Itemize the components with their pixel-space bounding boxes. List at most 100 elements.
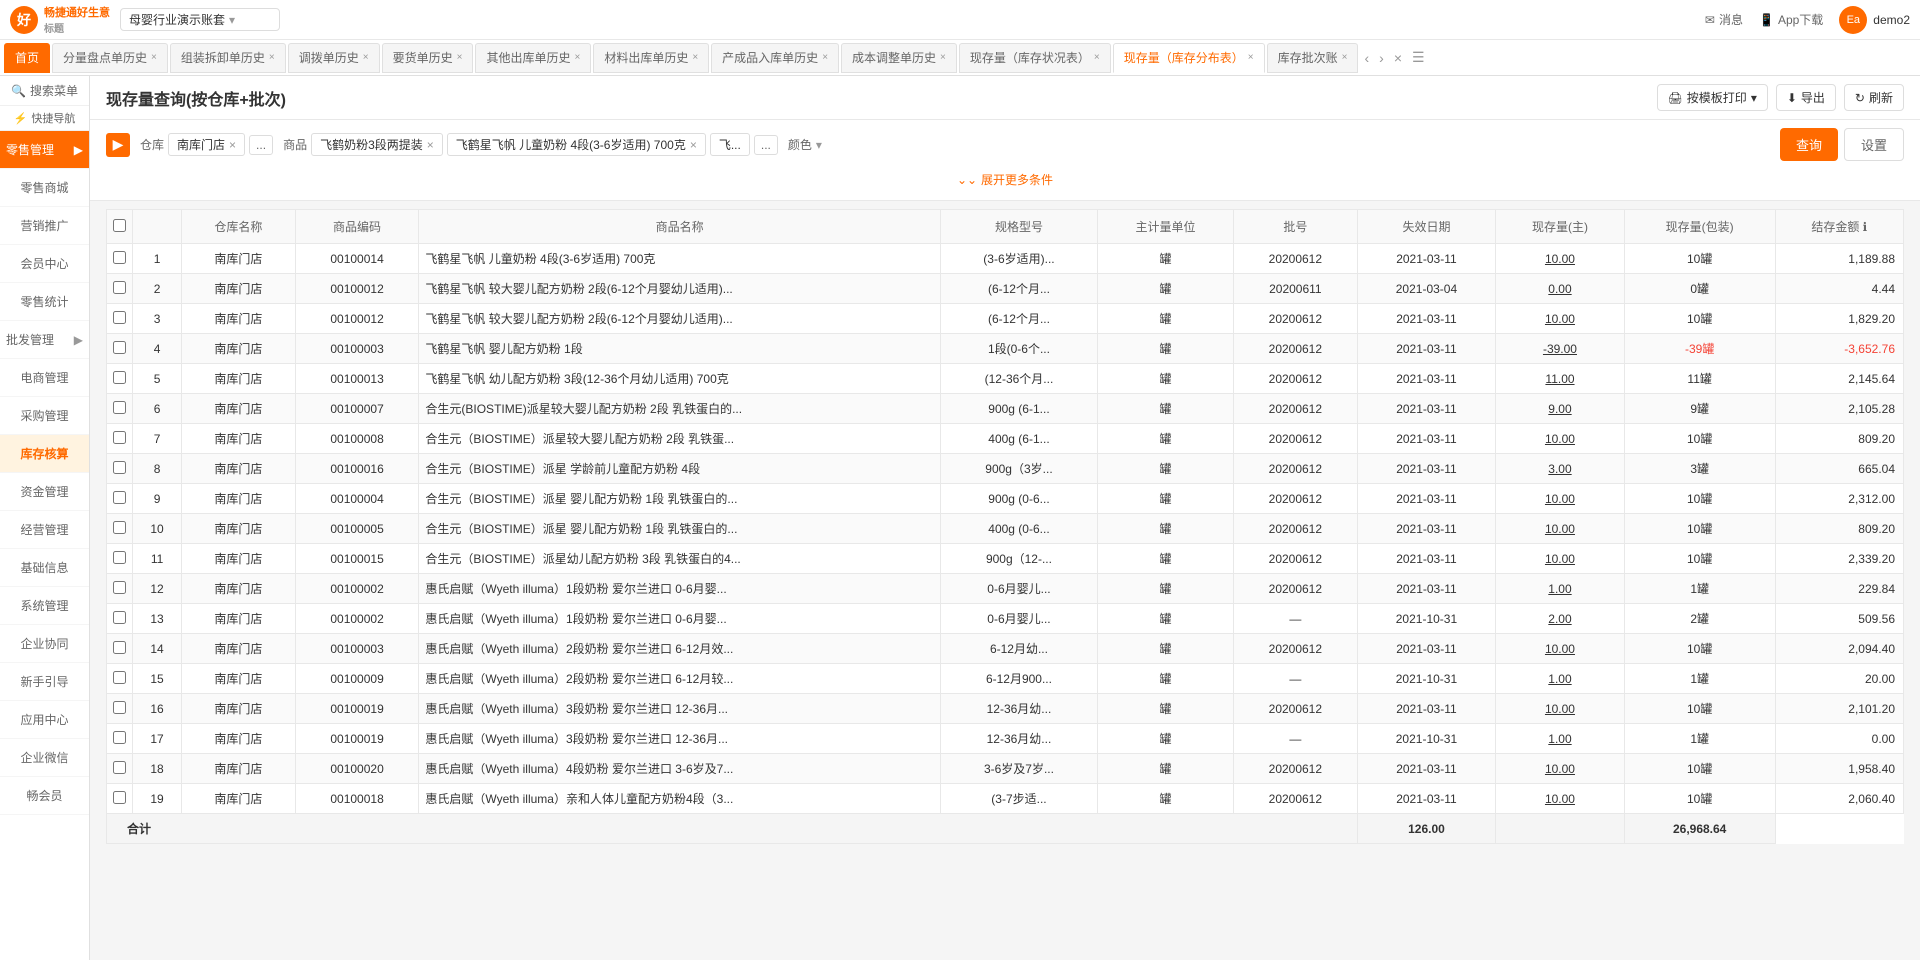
export-btn[interactable]: ⬇ 导出	[1776, 84, 1836, 111]
tab-pi-ci[interactable]: 库存批次账 ×	[1267, 43, 1359, 73]
sidebar-item-ops[interactable]: 经营管理	[0, 511, 89, 549]
row-checkbox[interactable]	[113, 401, 126, 414]
refresh-btn[interactable]: ↻ 刷新	[1844, 84, 1904, 111]
row-checkbox[interactable]	[113, 701, 126, 714]
row-checkbox-cell[interactable]	[107, 274, 133, 304]
tab-fen-pan[interactable]: 分量盘点单历史 ×	[52, 43, 168, 73]
row-checkbox-cell[interactable]	[107, 754, 133, 784]
row-checkbox[interactable]	[113, 731, 126, 744]
row-qty-main[interactable]: -39.00	[1496, 334, 1625, 364]
warehouse-tag-1-close[interactable]: ×	[229, 138, 236, 152]
row-checkbox[interactable]	[113, 491, 126, 504]
row-qty-main[interactable]: 9.00	[1496, 394, 1625, 424]
tab-pi-ci-close[interactable]: ×	[1342, 52, 1348, 63]
row-checkbox[interactable]	[113, 671, 126, 684]
row-checkbox[interactable]	[113, 611, 126, 624]
row-qty-main[interactable]: 10.00	[1496, 694, 1625, 724]
sidebar-quick-nav[interactable]: ⚡ 快捷导航	[0, 106, 89, 131]
tab-home[interactable]: 首页	[4, 43, 50, 73]
row-qty-main[interactable]: 10.00	[1496, 634, 1625, 664]
sidebar-item-finance[interactable]: 资金管理	[0, 473, 89, 511]
row-checkbox[interactable]	[113, 251, 126, 264]
row-checkbox[interactable]	[113, 581, 126, 594]
tab-cai-liao[interactable]: 材料出库单历史 ×	[593, 43, 709, 73]
row-qty-main[interactable]: 1.00	[1496, 574, 1625, 604]
row-qty-main[interactable]: 11.00	[1496, 364, 1625, 394]
template-print-btn[interactable]: 🖨 按模板打印 ▾	[1657, 84, 1768, 111]
tab-prev-btn[interactable]: ‹	[1360, 50, 1373, 66]
row-checkbox-cell[interactable]	[107, 334, 133, 364]
sidebar-item-wholesale[interactable]: 批发管理 ▶	[0, 321, 89, 359]
row-checkbox-cell[interactable]	[107, 514, 133, 544]
sidebar-item-retail[interactable]: 零售管理 ▶	[0, 131, 89, 169]
row-checkbox-cell[interactable]	[107, 784, 133, 814]
row-qty-main[interactable]: 3.00	[1496, 454, 1625, 484]
user-area[interactable]: Ea demo2	[1839, 6, 1910, 34]
warehouse-selector[interactable]: 母婴行业演示账套 ▾	[120, 8, 280, 31]
sidebar-item-retail-stat[interactable]: 零售统计	[0, 283, 89, 321]
row-qty-main[interactable]: 2.00	[1496, 604, 1625, 634]
sidebar-search[interactable]: 🔍 搜索菜单	[0, 76, 89, 106]
tab-close-all-btn[interactable]: ×	[1390, 50, 1406, 66]
tab-zu-chai-close[interactable]: ×	[269, 52, 275, 63]
row-qty-main[interactable]: 10.00	[1496, 544, 1625, 574]
row-checkbox[interactable]	[113, 761, 126, 774]
row-qty-main[interactable]: 10.00	[1496, 424, 1625, 454]
row-checkbox-cell[interactable]	[107, 634, 133, 664]
row-checkbox-cell[interactable]	[107, 364, 133, 394]
tab-ku-cun-zhuang-tai-close[interactable]: ×	[1094, 52, 1100, 63]
row-checkbox-cell[interactable]	[107, 424, 133, 454]
message-btn[interactable]: ✉ 消息	[1705, 11, 1743, 28]
sidebar-item-basic[interactable]: 基础信息	[0, 549, 89, 587]
row-checkbox[interactable]	[113, 641, 126, 654]
row-qty-main[interactable]: 1.00	[1496, 664, 1625, 694]
tab-yao-huo[interactable]: 要货单历史 ×	[382, 43, 474, 73]
sidebar-item-ecommerce[interactable]: 电商管理	[0, 359, 89, 397]
sidebar-item-inventory[interactable]: 库存核算	[0, 435, 89, 473]
row-checkbox[interactable]	[113, 431, 126, 444]
query-btn[interactable]: 查询	[1780, 128, 1838, 161]
tab-cheng-ben-close[interactable]: ×	[940, 52, 946, 63]
filter-toggle-btn[interactable]: ▶	[106, 133, 130, 157]
row-checkbox[interactable]	[113, 551, 126, 564]
row-qty-main[interactable]: 1.00	[1496, 724, 1625, 754]
row-checkbox[interactable]	[113, 311, 126, 324]
expand-conditions-btn[interactable]: ⌄⌄ 展开更多条件	[106, 167, 1904, 192]
row-checkbox-cell[interactable]	[107, 544, 133, 574]
tab-zu-chai[interactable]: 组装拆卸单历史 ×	[170, 43, 286, 73]
row-checkbox-cell[interactable]	[107, 574, 133, 604]
row-checkbox-cell[interactable]	[107, 694, 133, 724]
tab-chan-pin-close[interactable]: ×	[822, 52, 828, 63]
row-checkbox[interactable]	[113, 341, 126, 354]
row-qty-main[interactable]: 0.00	[1496, 274, 1625, 304]
tab-qi-ta[interactable]: 其他出库单历史 ×	[475, 43, 591, 73]
tab-qi-ta-close[interactable]: ×	[574, 52, 580, 63]
row-checkbox-cell[interactable]	[107, 394, 133, 424]
row-qty-main[interactable]: 10.00	[1496, 244, 1625, 274]
tab-menu-btn[interactable]: ☰	[1408, 49, 1429, 66]
setting-btn[interactable]: 设置	[1844, 128, 1904, 161]
tab-ku-cun-zhuang-tai[interactable]: 现存量（库存状况表） ×	[959, 43, 1111, 73]
row-qty-main[interactable]: 10.00	[1496, 484, 1625, 514]
row-checkbox-cell[interactable]	[107, 664, 133, 694]
row-checkbox[interactable]	[113, 281, 126, 294]
sidebar-item-system[interactable]: 系统管理	[0, 587, 89, 625]
tab-cai-liao-close[interactable]: ×	[692, 52, 698, 63]
tab-diao-bo-close[interactable]: ×	[363, 52, 369, 63]
tab-cheng-ben[interactable]: 成本调整单历史 ×	[841, 43, 957, 73]
row-checkbox-cell[interactable]	[107, 244, 133, 274]
row-qty-main[interactable]: 10.00	[1496, 754, 1625, 784]
row-checkbox[interactable]	[113, 371, 126, 384]
tab-next-btn[interactable]: ›	[1375, 50, 1388, 66]
select-all-checkbox[interactable]	[113, 219, 126, 232]
sidebar-item-enterprise[interactable]: 企业协同	[0, 625, 89, 663]
tab-chan-pin[interactable]: 产成品入库单历史 ×	[711, 43, 839, 73]
row-checkbox-cell[interactable]	[107, 724, 133, 754]
sidebar-item-member[interactable]: 会员中心	[0, 245, 89, 283]
sidebar-item-app-center[interactable]: 应用中心	[0, 701, 89, 739]
row-qty-main[interactable]: 10.00	[1496, 304, 1625, 334]
row-checkbox[interactable]	[113, 521, 126, 534]
sidebar-item-guide[interactable]: 新手引导	[0, 663, 89, 701]
sidebar-item-wechat[interactable]: 企业微信	[0, 739, 89, 777]
app-download-btn[interactable]: 📱 App下载	[1759, 11, 1823, 28]
